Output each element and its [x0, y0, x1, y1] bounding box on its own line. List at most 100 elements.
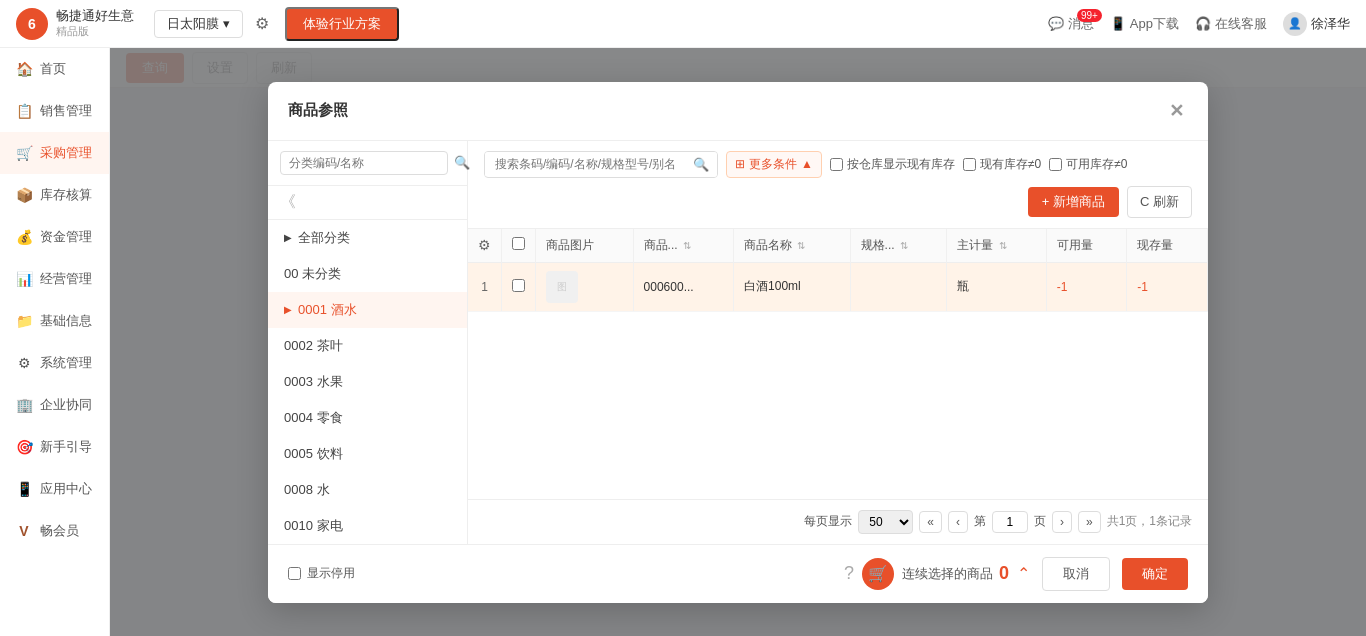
th-stock[interactable]: 现存量	[1127, 229, 1208, 263]
sidebar-item-home[interactable]: 🏠 首页	[0, 48, 109, 90]
show-stopped-checkbox[interactable]	[288, 567, 301, 580]
first-page-btn[interactable]: «	[919, 511, 942, 533]
modal-overlay: 商品参照 ✕ 🔍 《	[110, 48, 1366, 636]
per-page-select[interactable]: 50 20 100	[858, 510, 913, 534]
more-filter-btn[interactable]: ⊞ 更多条件 ▲	[726, 151, 822, 178]
sidebar: 🏠 首页 📋 销售管理 🛒 采购管理 📦 库存核算 💰 资金管理 📊 经营管理 …	[0, 48, 110, 636]
modal-footer: 显示停用 ? 🛒 连续选择的商品 0 ⌃ 取消 确定	[268, 544, 1208, 603]
user-menu[interactable]: 👤 徐泽华	[1283, 12, 1350, 36]
modal-title: 商品参照	[288, 101, 348, 120]
add-product-btn[interactable]: + 新增商品	[1028, 187, 1119, 217]
nav-right: 💬 消息 99+ 📱 App下载 🎧 在线客服 👤 徐泽华	[1048, 12, 1350, 36]
product-search-icon[interactable]: 🔍	[685, 152, 717, 177]
cat-label-0004: 0004 零食	[284, 409, 343, 427]
check-usable[interactable]: 可用库存≠0	[1049, 156, 1127, 173]
sort-name-icon[interactable]: ⇅	[797, 240, 805, 251]
gear-icon[interactable]: ⚙	[478, 237, 491, 253]
inventory-checkbox[interactable]	[963, 158, 976, 171]
sidebar-item-finance[interactable]: 💰 资金管理	[0, 216, 109, 258]
basic-icon: 📁	[16, 313, 32, 329]
th-gear[interactable]: ⚙	[468, 229, 502, 263]
settings-icon[interactable]: ⚙	[251, 10, 273, 37]
sidebar-label-sales: 销售管理	[40, 102, 92, 120]
cat-item-all[interactable]: ▶ 全部分类	[268, 220, 467, 256]
collapse-cart-icon[interactable]: ⌃	[1017, 564, 1030, 583]
cat-item-0005[interactable]: 0005 饮料	[268, 436, 467, 472]
show-stopped-label: 显示停用	[307, 565, 355, 582]
operation-icon: 📊	[16, 271, 32, 287]
cat-item-0001[interactable]: ▶ 0001 酒水	[268, 292, 467, 328]
sidebar-item-guide[interactable]: 🎯 新手引导	[0, 426, 109, 468]
cart-icon[interactable]: 🛒	[862, 558, 894, 590]
product-table-body: 1 图 000600... 白酒100ml 瓶 -1 -1	[468, 262, 1208, 311]
th-code[interactable]: 商品... ⇅	[633, 229, 733, 263]
sidebar-label-operation: 经营管理	[40, 270, 92, 288]
sidebar-item-vip[interactable]: V 畅会员	[0, 510, 109, 552]
user-name: 徐泽华	[1311, 15, 1350, 33]
table-row[interactable]: 1 图 000600... 白酒100ml 瓶 -1 -1	[468, 262, 1208, 311]
message-btn[interactable]: 💬 消息 99+	[1048, 15, 1094, 33]
current-page-input[interactable]	[992, 511, 1028, 533]
product-search-input[interactable]	[485, 152, 685, 176]
sidebar-item-system[interactable]: ⚙ 系统管理	[0, 342, 109, 384]
cat-label-0005: 0005 饮料	[284, 445, 343, 463]
check-warehouse[interactable]: 按仓库显示现有库存	[830, 156, 955, 173]
th-spec[interactable]: 规格... ⇅	[850, 229, 947, 263]
app-download-btn[interactable]: 📱 App下载	[1110, 15, 1179, 33]
td-usable: -1	[1046, 262, 1127, 311]
sidebar-item-enterprise[interactable]: 🏢 企业协同	[0, 384, 109, 426]
experience-btn[interactable]: 体验行业方案	[285, 7, 399, 41]
prev-page-btn[interactable]: ‹	[948, 511, 968, 533]
sidebar-item-purchase[interactable]: 🛒 采购管理	[0, 132, 109, 174]
td-checkbox[interactable]	[502, 262, 536, 311]
system-icon: ⚙	[16, 355, 32, 371]
cat-item-0003[interactable]: 0003 水果	[268, 364, 467, 400]
last-page-btn[interactable]: »	[1078, 511, 1101, 533]
cat-item-0008[interactable]: 0008 水	[268, 472, 467, 508]
cat-item-0002[interactable]: 0002 茶叶	[268, 328, 467, 364]
main-layout: 🏠 首页 📋 销售管理 🛒 采购管理 📦 库存核算 💰 资金管理 📊 经营管理 …	[0, 48, 1366, 636]
show-stopped-area: 显示停用	[288, 565, 355, 582]
select-all-checkbox[interactable]	[512, 237, 525, 250]
category-search-input[interactable]	[280, 151, 448, 175]
warehouse-checkbox[interactable]	[830, 158, 843, 171]
service-label: 在线客服	[1215, 15, 1267, 33]
th-unit[interactable]: 主计量 ⇅	[947, 229, 1046, 263]
cat-item-0010[interactable]: 0010 家电	[268, 508, 467, 544]
cancel-btn[interactable]: 取消	[1042, 557, 1110, 591]
help-icon[interactable]: ?	[844, 563, 854, 584]
sidebar-item-basic[interactable]: 📁 基础信息	[0, 300, 109, 342]
sidebar-item-sales[interactable]: 📋 销售管理	[0, 90, 109, 132]
sort-unit-icon[interactable]: ⇅	[999, 240, 1007, 251]
sidebar-item-inventory[interactable]: 📦 库存核算	[0, 174, 109, 216]
row-checkbox[interactable]	[512, 279, 525, 292]
next-page-btn[interactable]: ›	[1052, 511, 1072, 533]
check-inventory[interactable]: 现有库存≠0	[963, 156, 1041, 173]
cat-item-0004[interactable]: 0004 零食	[268, 400, 467, 436]
sort-code-icon[interactable]: ⇅	[683, 240, 691, 251]
message-badge: 99+	[1077, 9, 1102, 22]
confirm-btn[interactable]: 确定	[1122, 558, 1188, 590]
sidebar-item-app[interactable]: 📱 应用中心	[0, 468, 109, 510]
th-usable[interactable]: 可用量	[1046, 229, 1127, 263]
th-name[interactable]: 商品名称 ⇅	[734, 229, 850, 263]
top-nav: 6 畅捷通好生意 精品版 日太阳膜 ▾ ⚙ 体验行业方案 💬 消息 99+ 📱 …	[0, 0, 1366, 48]
main-content: 查询 设置 刷新 商品参照 ✕ 🔍	[110, 48, 1366, 636]
refresh-btn[interactable]: C 刷新	[1127, 186, 1192, 218]
cat-item-00[interactable]: 00 未分类	[268, 256, 467, 292]
sidebar-label-enterprise: 企业协同	[40, 396, 92, 414]
category-collapse-btn[interactable]: 《	[268, 186, 467, 220]
usable-checkbox[interactable]	[1049, 158, 1062, 171]
content-panel: 🔍 ⊞ 更多条件 ▲ 按仓库显示现有库存	[468, 141, 1208, 544]
online-service-btn[interactable]: 🎧 在线客服	[1195, 15, 1267, 33]
sidebar-item-operation[interactable]: 📊 经营管理	[0, 258, 109, 300]
product-table-wrapper: ⚙ 商品图片 商品... ⇅	[468, 229, 1208, 499]
store-selector[interactable]: 日太阳膜 ▾	[154, 10, 243, 38]
sort-spec-icon[interactable]: ⇅	[900, 240, 908, 251]
cat-label-0010: 0010 家电	[284, 517, 343, 535]
modal-close-btn[interactable]: ✕	[1165, 96, 1188, 126]
cat-label-0001: 0001 酒水	[298, 301, 357, 319]
dropdown-arrow-icon: ▾	[223, 16, 230, 31]
th-select	[502, 229, 536, 263]
sidebar-label-app: 应用中心	[40, 480, 92, 498]
